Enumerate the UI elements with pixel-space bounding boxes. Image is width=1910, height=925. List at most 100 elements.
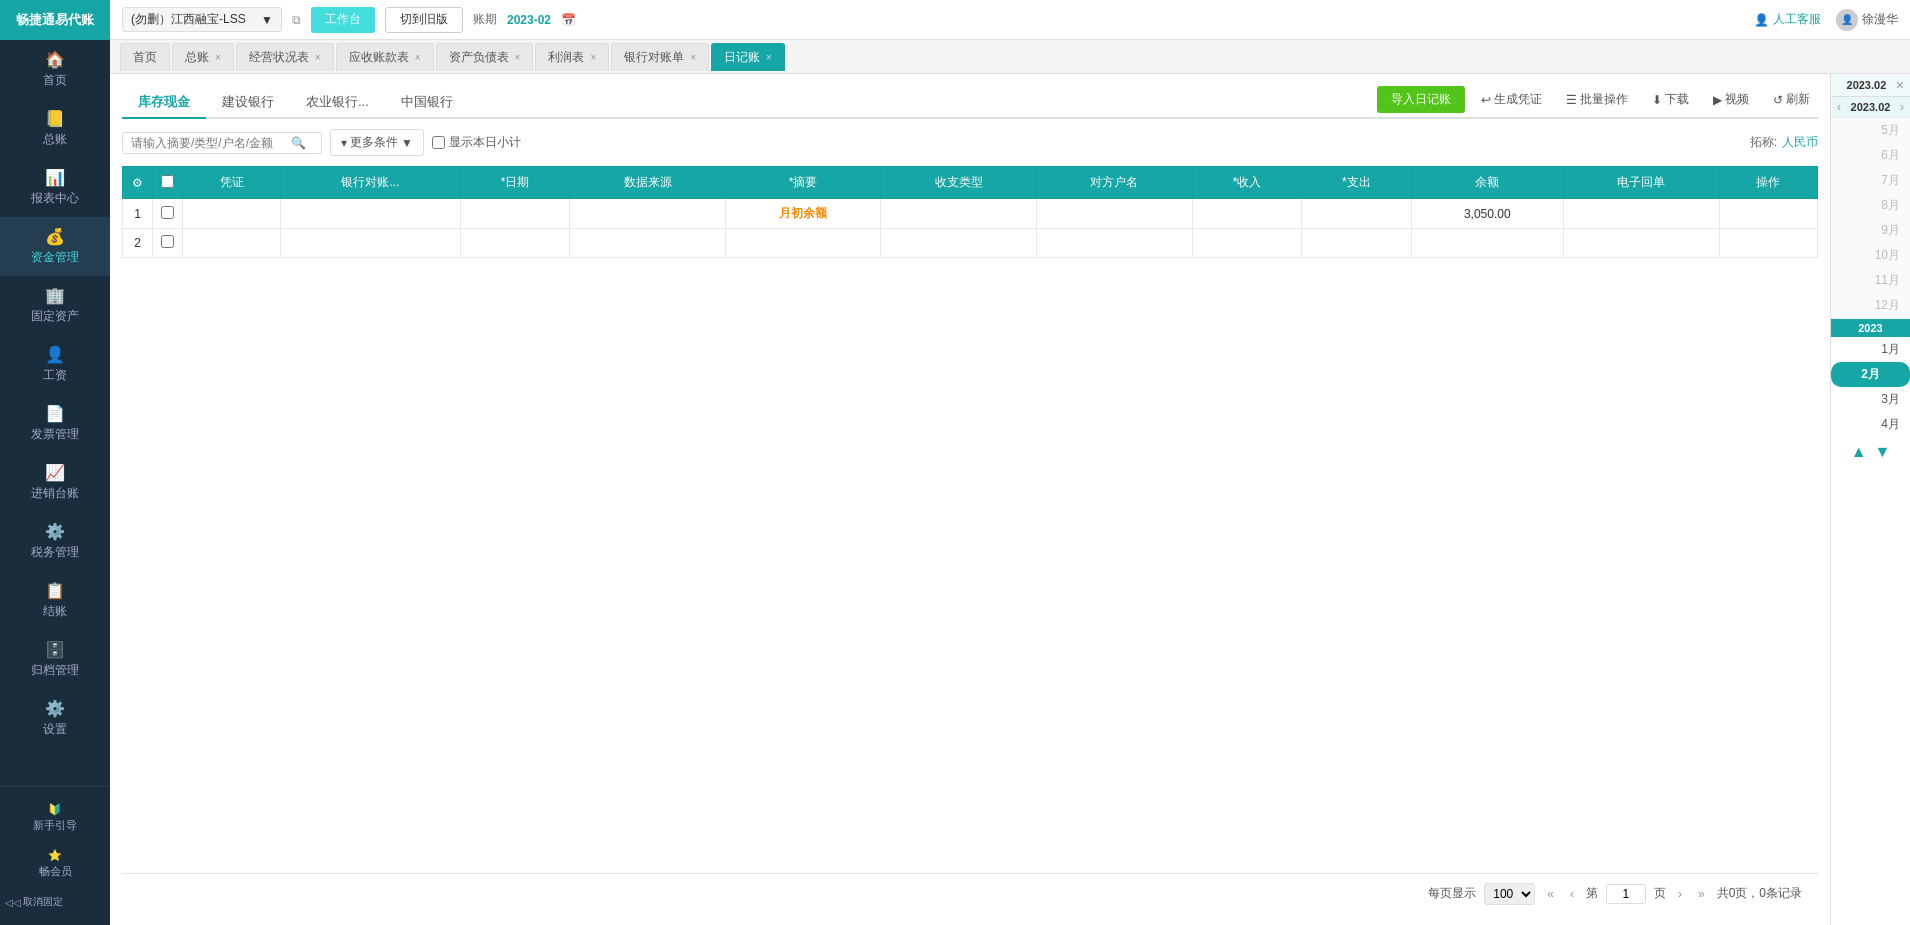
sidebar-unpin[interactable]: ◁◁ 取消固定 — [0, 887, 110, 917]
month-8[interactable]: 8月 — [1831, 193, 1910, 218]
col-settings[interactable]: ⚙ — [123, 167, 153, 199]
sidebar-item-payroll[interactable]: 👤 工资 — [0, 335, 110, 394]
row-balance-2 — [1411, 229, 1564, 258]
service-icon: 👤 — [1754, 13, 1769, 27]
subtab-construction-label: 建设银行 — [222, 94, 274, 109]
month-2023-1[interactable]: 1月 — [1831, 337, 1910, 362]
tab-business[interactable]: 经营状况表 × — [236, 43, 334, 71]
sidebar-item-invoice[interactable]: 📄 发票管理 — [0, 394, 110, 453]
sidebar-item-settings[interactable]: ⚙️ 设置 — [0, 689, 110, 748]
month-5[interactable]: 5月 — [1831, 118, 1910, 143]
month-7[interactable]: 7月 — [1831, 168, 1910, 193]
first-page-btn[interactable]: « — [1543, 885, 1558, 903]
tab-profit-close[interactable]: × — [590, 52, 596, 63]
sidebar-item-ledger[interactable]: 📒 总账 — [0, 99, 110, 158]
tab-profit[interactable]: 利润表 × — [535, 43, 609, 71]
import-journal-button[interactable]: 导入日记账 — [1377, 86, 1465, 113]
tab-bank[interactable]: 银行对账单 × — [611, 43, 709, 71]
tab-ledger-close[interactable]: × — [215, 52, 221, 63]
row-checkbox-2[interactable] — [153, 229, 183, 258]
month-11[interactable]: 11月 — [1831, 268, 1910, 293]
dropdown-icon: ▼ — [261, 13, 273, 27]
calendar-icon[interactable]: 📅 — [561, 13, 576, 27]
panel-down-arrow[interactable]: ▼ — [1875, 443, 1891, 461]
sidebar-item-archive[interactable]: 🗄️ 归档管理 — [0, 630, 110, 689]
next-year-arrow[interactable]: › — [1900, 100, 1904, 114]
row-type-1 — [881, 199, 1037, 229]
tab-journal-close[interactable]: × — [766, 52, 772, 63]
sidebar-item-guide[interactable]: 🔰 新手引导 — [0, 795, 110, 841]
home-icon: 🏠 — [45, 50, 65, 69]
subtotal-checkbox[interactable] — [432, 136, 445, 149]
month-2023-4[interactable]: 4月 — [1831, 412, 1910, 437]
download-icon: ⬇ — [1652, 93, 1662, 107]
subtab-construction[interactable]: 建设银行 — [206, 87, 290, 119]
tab-assets-close[interactable]: × — [515, 52, 521, 63]
period-value[interactable]: 2023-02 — [507, 13, 551, 27]
subtab-china[interactable]: 中国银行 — [385, 87, 469, 119]
next-page-btn[interactable]: › — [1674, 885, 1686, 903]
prev-page-btn[interactable]: ‹ — [1566, 885, 1578, 903]
tab-home[interactable]: 首页 — [120, 43, 170, 71]
search-input[interactable] — [131, 136, 291, 150]
subtab-cash[interactable]: 库存现金 — [122, 87, 206, 119]
sidebar-item-close[interactable]: 📋 结账 — [0, 571, 110, 630]
prev-year-arrow[interactable]: ‹ — [1837, 100, 1841, 114]
page-size-select[interactable]: 100 50 200 — [1484, 883, 1535, 905]
search-box[interactable]: 🔍 — [122, 132, 322, 154]
download-button[interactable]: ⬇ 下载 — [1644, 87, 1697, 112]
tab-journal[interactable]: 日记账 × — [711, 43, 785, 71]
avatar-icon: 👤 — [1841, 14, 1853, 25]
batch-op-button[interactable]: ☰ 批量操作 — [1558, 87, 1636, 112]
workspace-button[interactable]: 工作台 — [311, 7, 375, 33]
select-all-checkbox[interactable] — [161, 175, 174, 188]
sidebar-item-asset[interactable]: 🏢 固定资产 — [0, 276, 110, 335]
prev-year-months: 5月 6月 7月 8月 9月 10月 — [1831, 118, 1910, 319]
col-checkbox[interactable] — [153, 167, 183, 199]
month-12[interactable]: 12月 — [1831, 293, 1910, 318]
archive-icon: 🗄️ — [45, 640, 65, 659]
search-icon[interactable]: 🔍 — [291, 136, 306, 150]
search-toolbar: 🔍 ▾ 更多条件 ▼ 显示本日小计 拓称: 人民币 — [122, 129, 1818, 156]
row-checkbox-1[interactable] — [153, 199, 183, 229]
subtotal-checkbox-label[interactable]: 显示本日小计 — [432, 134, 521, 151]
generate-voucher-button[interactable]: ↩ 生成凭证 — [1473, 87, 1550, 112]
tab-ledger[interactable]: 总账 × — [172, 43, 234, 71]
sidebar-item-fund[interactable]: 💰 资金管理 — [0, 217, 110, 276]
month-10[interactable]: 10月 — [1831, 243, 1910, 268]
video-button[interactable]: ▶ 视频 — [1705, 87, 1757, 112]
panel-up-arrow[interactable]: ▲ — [1851, 443, 1867, 461]
sidebar-item-report[interactable]: 📊 报表中心 — [0, 158, 110, 217]
panel-nav-bottom: ▲ ▼ — [1831, 437, 1910, 467]
filter-button[interactable]: ▾ 更多条件 ▼ — [330, 129, 424, 156]
currency-value[interactable]: 人民币 — [1782, 134, 1818, 151]
customer-service[interactable]: 👤 人工客服 — [1754, 11, 1821, 28]
tab-bank-close[interactable]: × — [690, 52, 696, 63]
month-2023-2[interactable]: 2月 — [1831, 362, 1910, 387]
user-info[interactable]: 👤 徐漫华 — [1836, 9, 1898, 31]
sidebar-item-home[interactable]: 🏠 首页 — [0, 40, 110, 99]
col-action: 操作 — [1719, 167, 1817, 199]
filter-icon: ▾ — [341, 136, 347, 150]
copy-icon[interactable]: ⧉ — [292, 13, 301, 27]
subtab-agriculture[interactable]: 农业银行... — [290, 87, 385, 119]
sidebar-item-sales[interactable]: 📈 进销台账 — [0, 453, 110, 512]
month-6[interactable]: 6月 — [1831, 143, 1910, 168]
refresh-button[interactable]: ↺ 刷新 — [1765, 87, 1818, 112]
filter-arrow-icon: ▼ — [401, 136, 413, 150]
last-page-btn[interactable]: » — [1694, 885, 1709, 903]
tab-business-close[interactable]: × — [315, 52, 321, 63]
month-9[interactable]: 9月 — [1831, 218, 1910, 243]
page-number-input[interactable] — [1606, 884, 1646, 904]
sidebar-item-tax[interactable]: ⚙️ 税务管理 — [0, 512, 110, 571]
tab-assets[interactable]: 资产负债表 × — [436, 43, 534, 71]
company-selector[interactable]: (勿删）江西融宝-LSS ▼ — [122, 7, 282, 32]
close-right-panel-btn[interactable]: × — [1896, 78, 1904, 92]
month-2023-3[interactable]: 3月 — [1831, 387, 1910, 412]
panel-year-label: 2023.02 — [1851, 101, 1891, 113]
tab-bar: 首页 总账 × 经营状况表 × 应收账款表 × 资产负债表 × 利润表 × — [110, 40, 1910, 74]
sidebar-item-member[interactable]: ⭐ 畅会员 — [0, 841, 110, 887]
old-version-button[interactable]: 切到旧版 — [385, 7, 463, 33]
tab-receivable-close[interactable]: × — [415, 52, 421, 63]
tab-receivable[interactable]: 应收账款表 × — [336, 43, 434, 71]
